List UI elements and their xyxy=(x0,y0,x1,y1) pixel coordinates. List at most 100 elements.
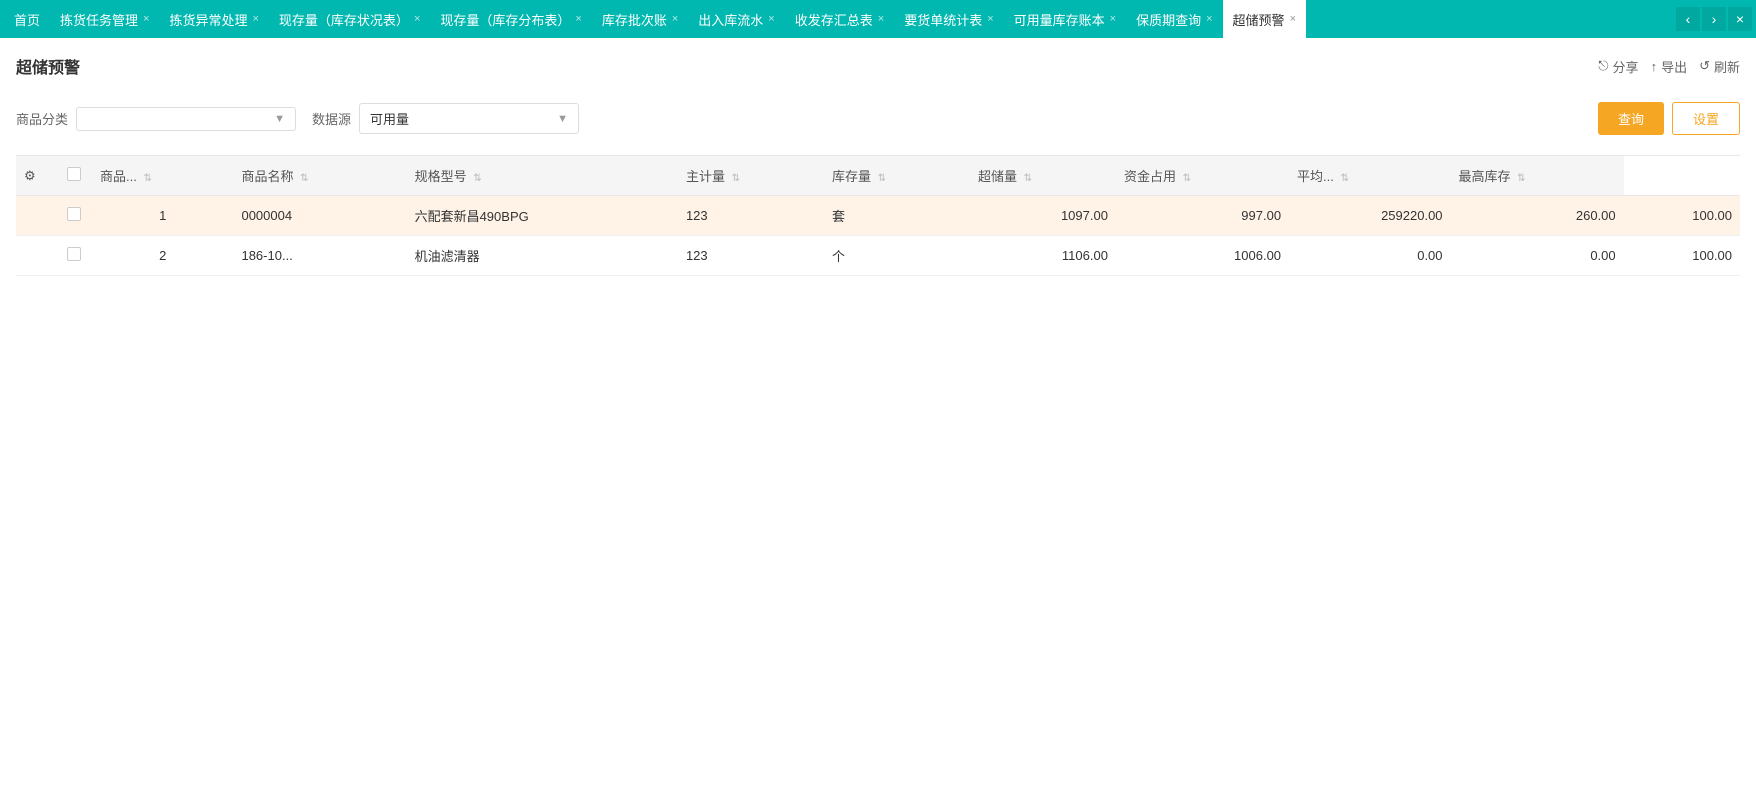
select-all-checkbox[interactable] xyxy=(67,167,81,181)
col-name-sort-icon: ⇅ xyxy=(300,173,308,184)
nav-inventory-batch[interactable]: 库存批次账 × xyxy=(592,0,688,38)
settings-button[interactable]: 设置 xyxy=(1672,102,1740,135)
nav-order-stat-label: 要货单统计表 xyxy=(904,10,982,29)
nav-overstock-warning-label: 超储预警 xyxy=(1233,10,1285,29)
col-unit-label: 主计量 xyxy=(686,169,725,184)
nav-collect-summary[interactable]: 收发存汇总表 × xyxy=(785,0,894,38)
row-spec: 123 xyxy=(678,196,824,236)
nav-available-inventory-label: 可用量库存账本 xyxy=(1014,10,1105,29)
row-name: 六配套新昌490BPG xyxy=(407,196,678,236)
row-gear-cell xyxy=(16,236,56,276)
nav-inventory-dist-close[interactable]: × xyxy=(575,13,581,25)
col-header-stock[interactable]: 库存量 ⇅ xyxy=(824,156,970,196)
nav-available-inventory-close[interactable]: × xyxy=(1110,13,1116,25)
datasource-select[interactable]: 可用量 ▼ xyxy=(359,103,579,134)
nav-inventory-dist[interactable]: 现存量（库存分布表） × xyxy=(430,0,591,38)
col-avg-label: 平均... xyxy=(1297,169,1334,184)
datasource-dropdown-icon: ▼ xyxy=(557,113,568,125)
col-header-capital[interactable]: 资金占用 ⇅ xyxy=(1116,156,1289,196)
refresh-button[interactable]: ↺ 刷新 xyxy=(1699,57,1740,76)
row-name: 机油滤清器 xyxy=(407,236,678,276)
nav-order-stat-close[interactable]: × xyxy=(987,13,993,25)
category-dropdown-icon: ▼ xyxy=(274,113,285,125)
nav-quality-check[interactable]: 保质期查询 × xyxy=(1126,0,1222,38)
nav-inventory-batch-label: 库存批次账 xyxy=(602,10,667,29)
col-overstock-sort-icon: ⇅ xyxy=(1024,173,1032,184)
nav-freight-task[interactable]: 拣货任务管理 × xyxy=(50,0,159,38)
nav-inout-flow-close[interactable]: × xyxy=(768,13,774,25)
nav-freight-abnormal[interactable]: 拣货异常处理 × xyxy=(159,0,268,38)
refresh-icon: ↺ xyxy=(1699,58,1710,74)
row-unit: 个 xyxy=(824,236,970,276)
nav-inventory-status-label: 现存量（库存状况表） xyxy=(279,10,409,29)
datasource-value: 可用量 xyxy=(370,109,409,128)
nav-prev-button[interactable]: ‹ xyxy=(1676,7,1700,31)
refresh-label: 刷新 xyxy=(1714,57,1740,76)
nav-inout-flow-label: 出入库流水 xyxy=(698,10,763,29)
col-capital-sort-icon: ⇅ xyxy=(1183,173,1191,184)
query-button[interactable]: 查询 xyxy=(1598,102,1664,135)
col-header-max-stock[interactable]: 最高库存 ⇅ xyxy=(1451,156,1624,196)
col-header-checkbox xyxy=(56,156,92,196)
row-index: 2 xyxy=(92,236,233,276)
row-gear-cell xyxy=(16,196,56,236)
nav-home-label: 首页 xyxy=(14,10,40,29)
col-code-sort-icon: ⇅ xyxy=(143,173,151,184)
row-spec: 123 xyxy=(678,236,824,276)
row-checkbox[interactable] xyxy=(67,247,81,261)
nav-freight-task-close[interactable]: × xyxy=(143,13,149,25)
table-header-row: ⚙ 商品... ⇅ 商品名称 ⇅ 规格型号 ⇅ 主计量 xyxy=(16,156,1740,196)
row-code: 0000004 xyxy=(233,196,406,236)
col-header-avg[interactable]: 平均... ⇅ xyxy=(1289,156,1450,196)
export-label: 导出 xyxy=(1661,57,1687,76)
col-spec-label: 规格型号 xyxy=(415,169,467,184)
data-table: ⚙ 商品... ⇅ 商品名称 ⇅ 规格型号 ⇅ 主计量 xyxy=(16,155,1740,276)
nav-collect-summary-label: 收发存汇总表 xyxy=(795,10,873,29)
main-content: 超储预警 ⎋ 分享 ↑ 导出 ↺ 刷新 商品分类 ▼ 数据源 xyxy=(0,38,1756,800)
col-header-gear: ⚙ xyxy=(16,156,56,196)
nav-overstock-warning-close[interactable]: × xyxy=(1290,13,1296,25)
row-capital: 0.00 xyxy=(1289,236,1450,276)
nav-overstock-warning[interactable]: 超储预警 × xyxy=(1223,0,1306,38)
row-unit: 套 xyxy=(824,196,970,236)
nav-order-stat[interactable]: 要货单统计表 × xyxy=(894,0,1003,38)
table-row: 1 0000004 六配套新昌490BPG 123 套 1097.00 997.… xyxy=(16,196,1740,236)
category-filter: 商品分类 ▼ xyxy=(16,107,296,131)
nav-inout-flow[interactable]: 出入库流水 × xyxy=(688,0,784,38)
nav-arrows: ‹ › × xyxy=(1676,7,1752,31)
col-header-spec[interactable]: 规格型号 ⇅ xyxy=(407,156,678,196)
col-avg-sort-icon: ⇅ xyxy=(1341,173,1349,184)
row-checkbox-cell xyxy=(56,196,92,236)
nav-inventory-status-close[interactable]: × xyxy=(414,13,420,25)
row-checkbox[interactable] xyxy=(67,207,81,221)
col-header-code[interactable]: 商品... ⇅ xyxy=(92,156,233,196)
nav-collect-summary-close[interactable]: × xyxy=(878,13,884,25)
col-capital-label: 资金占用 xyxy=(1124,169,1176,184)
nav-freight-task-label: 拣货任务管理 xyxy=(60,10,138,29)
nav-freight-abnormal-close[interactable]: × xyxy=(252,13,258,25)
nav-inventory-status[interactable]: 现存量（库存状况表） × xyxy=(269,0,430,38)
nav-home[interactable]: 首页 xyxy=(4,0,50,38)
col-header-overstock[interactable]: 超储量 ⇅ xyxy=(970,156,1116,196)
col-header-unit[interactable]: 主计量 ⇅ xyxy=(678,156,824,196)
col-spec-sort-icon: ⇅ xyxy=(473,173,481,184)
row-index: 1 xyxy=(92,196,233,236)
nav-quality-check-close[interactable]: × xyxy=(1206,13,1212,25)
col-stock-sort-icon: ⇅ xyxy=(878,173,886,184)
nav-close-button[interactable]: × xyxy=(1728,7,1752,31)
row-checkbox-cell xyxy=(56,236,92,276)
nav-available-inventory[interactable]: 可用量库存账本 × xyxy=(1004,0,1126,38)
row-stock: 1106.00 xyxy=(970,236,1116,276)
row-max-stock: 100.00 xyxy=(1624,236,1740,276)
export-button[interactable]: ↑ 导出 xyxy=(1651,57,1688,76)
share-button[interactable]: ⎋ 分享 xyxy=(1598,57,1638,76)
page-title: 超储预警 xyxy=(16,54,80,78)
category-select[interactable]: ▼ xyxy=(76,107,296,131)
nav-inventory-batch-close[interactable]: × xyxy=(672,13,678,25)
row-avg: 0.00 xyxy=(1451,236,1624,276)
gear-settings-icon[interactable]: ⚙ xyxy=(24,168,36,183)
nav-next-button[interactable]: › xyxy=(1702,7,1726,31)
col-header-name[interactable]: 商品名称 ⇅ xyxy=(233,156,406,196)
category-label: 商品分类 xyxy=(16,109,68,128)
col-overstock-label: 超储量 xyxy=(978,169,1017,184)
